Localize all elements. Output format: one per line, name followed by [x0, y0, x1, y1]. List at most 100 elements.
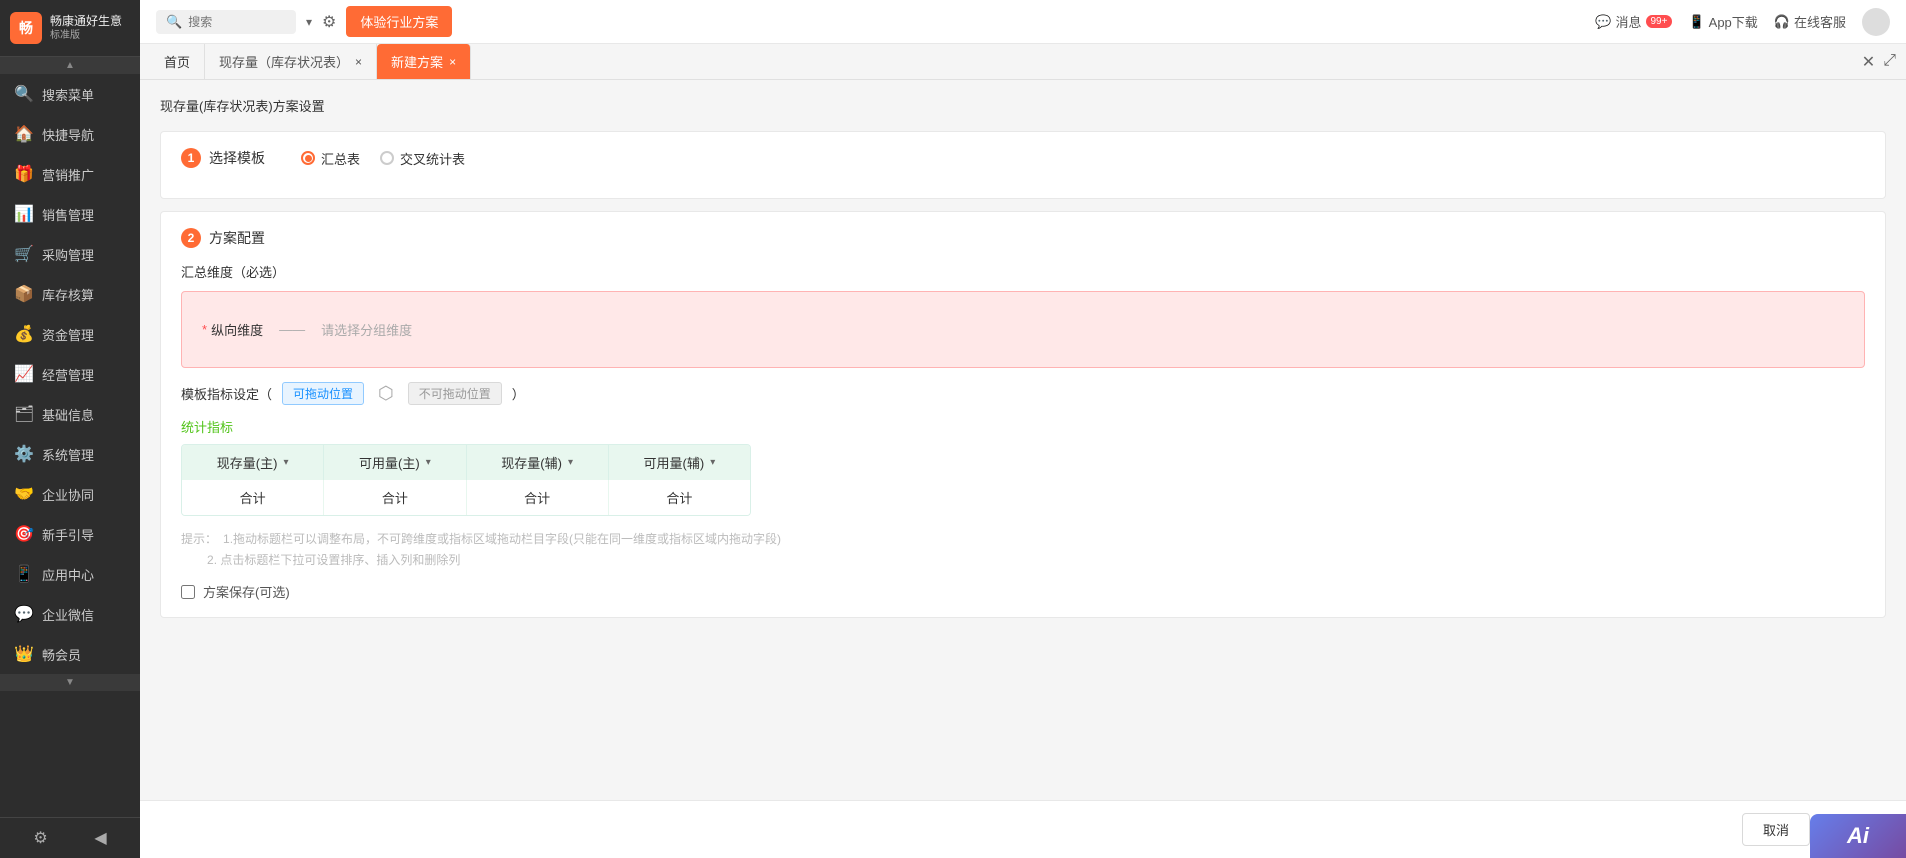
sidebar-item-wechat[interactable]: 💬 企业微信 [0, 594, 140, 634]
sidebar-item-basic[interactable]: 🗂 基础信息 [0, 394, 140, 434]
tip-2: 2. 点击标题栏下拉可设置排序、插入列和删除列 [181, 551, 1865, 568]
headset-icon: 🎧 [1774, 14, 1790, 30]
col3-dropdown-icon[interactable]: ▾ [568, 457, 573, 468]
tab-expand-controls: ✕ ⤢ [1862, 52, 1896, 72]
indicator-settings-separator: ⬡ [378, 383, 394, 404]
section-plan-config: 2 方案配置 汇总维度（必选） * 纵向维度 —— 请选择分组维度 模板指标设定… [160, 211, 1886, 618]
operation-icon: 📈 [14, 364, 34, 384]
avatar[interactable] [1862, 8, 1890, 36]
search-input[interactable] [188, 15, 288, 29]
section1-title: 选择模板 [209, 148, 265, 168]
stats-table-body: 合计 合计 合计 合计 [182, 480, 750, 515]
radio-summary[interactable]: 汇总表 [301, 149, 360, 168]
col4-dropdown-icon[interactable]: ▾ [710, 457, 715, 468]
tip-1: 提示： 1.拖动标题栏可以调整布局，不可跨维度或指标区域拖动栏目字段(只能在同一… [181, 530, 1865, 547]
sidebar-item-member[interactable]: 👑 畅会员 [0, 634, 140, 674]
radio-cross[interactable]: 交叉统计表 [380, 149, 465, 168]
indicator-tag-fixed: 不可拖动位置 [408, 382, 502, 405]
sidebar-item-appstore[interactable]: 📱 应用中心 [0, 554, 140, 594]
page-title: 现存量(库存状况表)方案设置 [160, 96, 1886, 115]
sidebar-item-newuser[interactable]: 🎯 新手引导 [0, 514, 140, 554]
dimension-field-label: 纵向维度 [211, 320, 263, 339]
dimension-placeholder: 请选择分组维度 [321, 320, 412, 339]
sidebar-item-operation[interactable]: 📈 经营管理 [0, 354, 140, 394]
dimension-area[interactable]: * 纵向维度 —— 请选择分组维度 [181, 291, 1865, 368]
search-box[interactable]: 🔍 [156, 10, 296, 34]
sidebar-scroll-up[interactable]: ▲ [0, 57, 140, 74]
target-icon: 🎯 [14, 524, 34, 544]
section2-title: 方案配置 [209, 228, 265, 248]
sidebar-item-nav[interactable]: 🏠 快捷导航 [0, 114, 140, 154]
topbar: 🔍 ▾ ⚙ 体验行业方案 💬 消息 99+ 📱 App下载 🎧 在线客服 [140, 0, 1906, 44]
sidebar-item-inventory[interactable]: 📦 库存核算 [0, 274, 140, 314]
sidebar-item-search[interactable]: 🔍 搜索菜单 [0, 74, 140, 114]
trial-button[interactable]: 体验行业方案 [346, 6, 452, 37]
app-logo-icon: 畅 [10, 12, 42, 44]
indicator-tag-draggable: 可拖动位置 [282, 382, 364, 405]
save-checkbox[interactable] [181, 585, 195, 599]
handshake-icon: 🤝 [14, 484, 34, 504]
stats-cell-4: 合计 [609, 480, 750, 515]
template-radio-group: 汇总表 交叉统计表 [301, 149, 465, 168]
dimension-required-mark: * [202, 322, 207, 337]
search-icon: 🔍 [166, 14, 182, 30]
tab-new-scheme-close[interactable]: × [449, 55, 456, 69]
tab-home[interactable]: 首页 [150, 44, 205, 79]
footer: 取消 查询 [140, 800, 1906, 858]
gear-icon: ⚙️ [14, 444, 34, 464]
search-dropdown-icon[interactable]: ▾ [306, 15, 312, 29]
box-icon: 📦 [14, 284, 34, 304]
indicator-settings-suffix: ） [512, 384, 525, 403]
section2-header: 2 方案配置 [181, 228, 1865, 248]
tab-close-all-icon[interactable]: ✕ [1862, 52, 1875, 72]
tab-inventory[interactable]: 现存量（库存状况表） × [205, 44, 377, 79]
content-area: 现存量(库存状况表)方案设置 1 选择模板 汇总表 交叉统计表 [140, 80, 1906, 800]
stats-col-3[interactable]: 现存量(辅) ▾ [467, 445, 609, 480]
settings-bottom-icon[interactable]: ⚙ [33, 828, 47, 848]
topbar-gear-icon[interactable]: ⚙ [322, 12, 336, 32]
sidebar-item-sales[interactable]: 📊 销售管理 [0, 194, 140, 234]
dimension-divider: —— [279, 322, 305, 337]
chat-icon: 💬 [14, 604, 34, 624]
stats-col-2[interactable]: 可用量(主) ▾ [324, 445, 466, 480]
sidebar: 畅 畅康通好生意 标准版 ▲ 🔍 搜索菜单 🏠 快捷导航 🎁 营销推广 📊 销售… [0, 0, 140, 858]
info-icon: 🗂 [14, 404, 34, 424]
col1-dropdown-icon[interactable]: ▾ [283, 457, 288, 468]
cancel-button[interactable]: 取消 [1742, 813, 1810, 846]
tab-inventory-close[interactable]: × [355, 55, 362, 69]
online-service-item[interactable]: 🎧 在线客服 [1774, 12, 1846, 31]
topbar-right: 💬 消息 99+ 📱 App下载 🎧 在线客服 [1595, 8, 1890, 36]
app-name: 畅康通好生意 标准版 [50, 14, 122, 43]
tab-new-scheme[interactable]: 新建方案 × [377, 44, 471, 79]
home-icon: 🏠 [14, 124, 34, 144]
save-option[interactable]: 方案保存(可选) [181, 582, 1865, 601]
messages-item[interactable]: 💬 消息 99+ [1595, 12, 1672, 31]
app-download-item[interactable]: 📱 App下载 [1688, 12, 1757, 31]
sidebar-bottom: ⚙ ◀ [0, 817, 140, 858]
collapse-icon[interactable]: ◀ [94, 828, 106, 848]
stats-table-header: 现存量(主) ▾ 可用量(主) ▾ 现存量(辅) ▾ 可用量(辅) ▾ [182, 445, 750, 480]
col2-dropdown-icon[interactable]: ▾ [426, 457, 431, 468]
stats-col-1[interactable]: 现存量(主) ▾ [182, 445, 324, 480]
indicator-settings-label: 模板指标设定（ [181, 384, 272, 403]
messages-badge: 99+ [1646, 15, 1673, 28]
step1-badge: 1 [181, 148, 201, 168]
tabbar: 首页 现存量（库存状况表） × 新建方案 × ✕ ⤢ [140, 44, 1906, 80]
sidebar-item-contract[interactable]: 🤝 企业协同 [0, 474, 140, 514]
sidebar-item-finance[interactable]: 💰 资金管理 [0, 314, 140, 354]
sidebar-scroll-down[interactable]: ▼ [0, 674, 140, 691]
search-menu-icon: 🔍 [14, 84, 34, 104]
cart-icon: 🛒 [14, 244, 34, 264]
ai-badge[interactable]: Ai [1810, 814, 1906, 858]
crown-icon: 👑 [14, 644, 34, 664]
stats-table: 现存量(主) ▾ 可用量(主) ▾ 现存量(辅) ▾ 可用量(辅) ▾ [181, 444, 751, 516]
sidebar-item-marketing[interactable]: 🎁 营销推广 [0, 154, 140, 194]
tab-fullscreen-icon[interactable]: ⤢ [1883, 52, 1896, 72]
gift-icon: 🎁 [14, 164, 34, 184]
sidebar-logo: 畅 畅康通好生意 标准版 [0, 0, 140, 57]
chart-icon: 📊 [14, 204, 34, 224]
sidebar-item-system[interactable]: ⚙️ 系统管理 [0, 434, 140, 474]
radio-cross-dot [380, 151, 394, 165]
stats-col-4[interactable]: 可用量(辅) ▾ [609, 445, 750, 480]
sidebar-item-purchase[interactable]: 🛒 采购管理 [0, 234, 140, 274]
